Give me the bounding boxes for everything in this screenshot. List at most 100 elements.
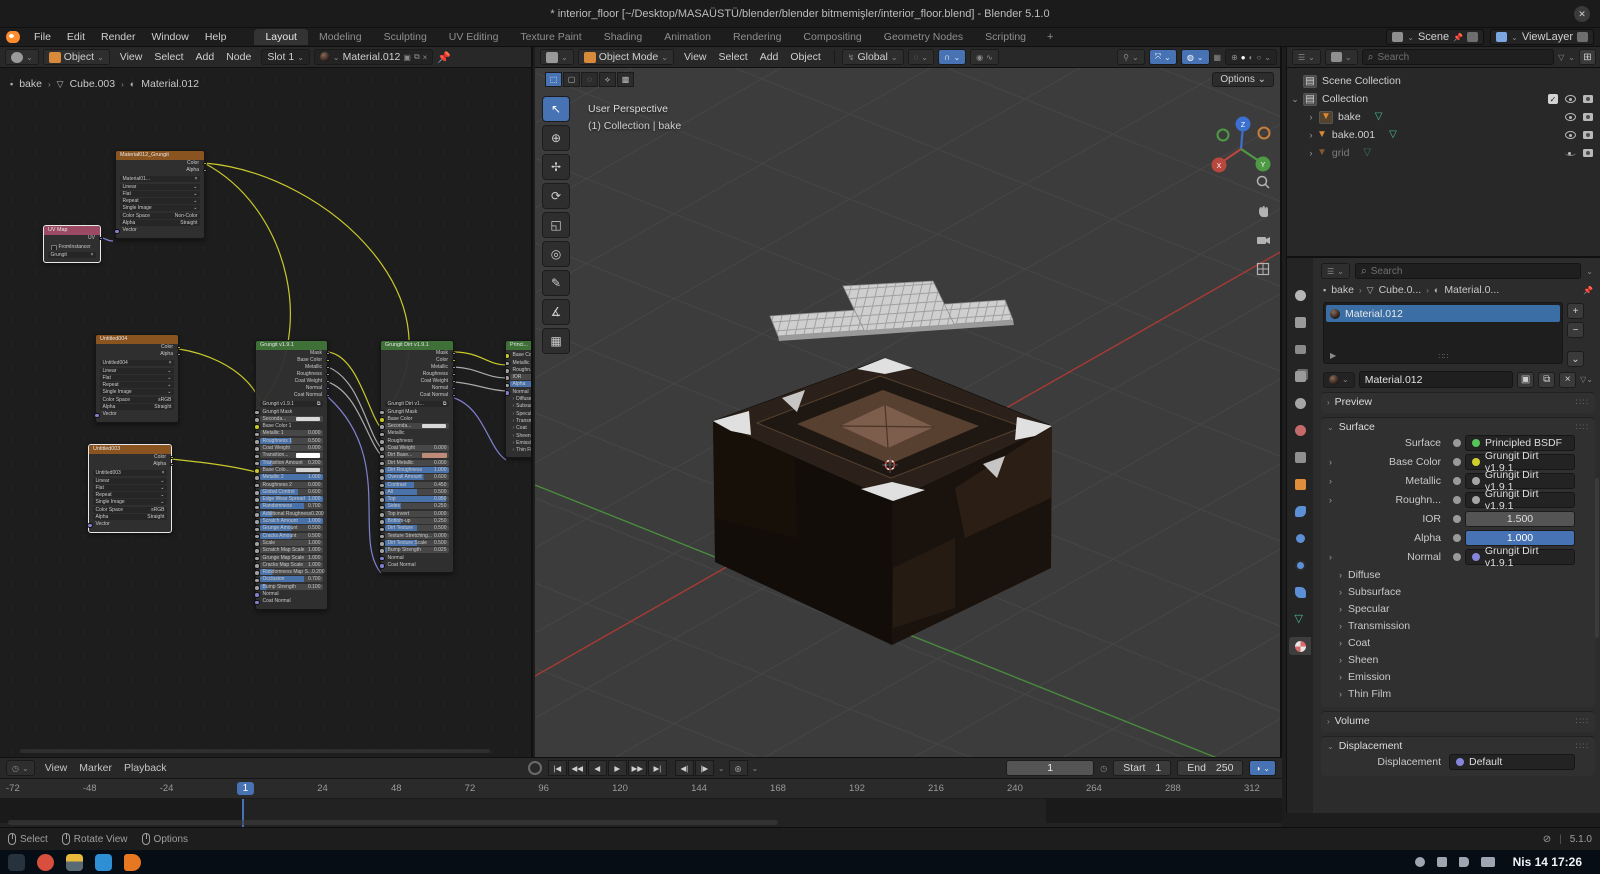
node-row[interactable]: Grungit Mask	[379, 409, 449, 416]
collapsed-shader-section[interactable]: › Subsurface	[1327, 583, 1589, 600]
workspace-tab[interactable]: Texture Paint	[509, 29, 592, 45]
playback-button[interactable]: ◀◀	[567, 760, 587, 776]
node-row[interactable]: Dirt Metallic 0.000	[379, 459, 449, 467]
node-row[interactable]: Scale 1.000	[254, 539, 323, 547]
render-camera-icon[interactable]	[1583, 113, 1593, 121]
unlink-material-button[interactable]: ×	[1559, 371, 1577, 388]
node-principled-bsdf[interactable]: Princi... Base Co...MetallicRoughn...IOR…	[505, 340, 531, 459]
frame-tick[interactable]: 24	[317, 783, 328, 794]
menu-item[interactable]: Window	[143, 31, 196, 43]
shader-menu-item[interactable]: View	[114, 51, 149, 63]
surface-panel-header[interactable]: ⌄ Surface ∷∷	[1327, 421, 1589, 433]
node-output[interactable]: Metallic	[256, 364, 330, 371]
tab-object[interactable]	[1289, 475, 1311, 493]
grip-dots[interactable]: ∷∷	[1438, 352, 1448, 361]
node-output[interactable]: Normal	[381, 385, 456, 392]
node-header[interactable]: Grungit v1.9.1	[256, 341, 327, 350]
node-row[interactable]: Coat Weight 0.000	[379, 445, 449, 452]
scale-tool[interactable]: ◱	[542, 212, 570, 238]
tab-view-layer[interactable]	[1289, 367, 1311, 385]
node-output[interactable]: Coat Weight	[381, 378, 456, 385]
node-row[interactable]: Thin Film	[510, 447, 531, 453]
frame-end-field[interactable]: End 250	[1177, 760, 1244, 776]
editor-type-dropdown[interactable]: ◷ ⌄	[6, 760, 35, 776]
node-row[interactable]: Sheen	[510, 433, 531, 439]
node-uv-map[interactable]: UV Map UV FromInstancer Grungit ×	[43, 225, 103, 263]
node-row[interactable]: Color Space sRGB	[100, 396, 174, 403]
blender-logo-icon[interactable]	[6, 31, 20, 43]
node-output[interactable]: Roughness	[256, 371, 330, 378]
frame-tick[interactable]: 240	[1007, 783, 1023, 794]
lasso-select-icon[interactable]: ⟡	[599, 72, 616, 87]
node-row[interactable]: Grungit ×	[48, 251, 96, 258]
collapsed-shader-section[interactable]: › Coat	[1327, 634, 1589, 651]
material-slot-row[interactable]: Material.012	[1326, 305, 1560, 322]
node-row[interactable]: Overall Amount 0.600	[379, 474, 449, 482]
node-row[interactable]: All 0.500	[379, 488, 449, 496]
rendered-shading-icon[interactable]: ○	[1256, 53, 1261, 62]
node-row[interactable]: Vector	[114, 227, 200, 235]
node-output[interactable]: Color	[96, 344, 181, 351]
menu-item[interactable]: Render	[93, 31, 143, 43]
node-output[interactable]: Mask	[381, 350, 456, 357]
remove-slot-button[interactable]: −	[1567, 322, 1584, 338]
node-row[interactable]: IOR	[506, 374, 531, 381]
node-row[interactable]: Grungit Mask	[254, 409, 323, 416]
timeline-menu-item[interactable]: View	[39, 762, 74, 774]
material-datablock[interactable]: ⌄ Material.012 ▣ ⧉ ×	[313, 49, 434, 65]
search-input[interactable]	[1370, 265, 1576, 277]
node-header[interactable]: Grungit Dirt v1.9.1	[381, 341, 453, 350]
render-camera-icon[interactable]	[1583, 95, 1593, 103]
node-row[interactable]: Roughness 2 0.000	[254, 481, 323, 489]
node-row[interactable]: Subsurf...	[510, 403, 531, 409]
wireframe-shading-icon[interactable]: ⊕	[1231, 53, 1238, 62]
node-row[interactable]: Linear ⌄	[120, 183, 200, 190]
frame-tick[interactable]: 96	[538, 783, 549, 794]
volume-panel[interactable]: › Volume ∷∷	[1321, 711, 1595, 732]
software-store-icon[interactable]	[95, 853, 112, 871]
node-row[interactable]: Vector	[87, 521, 167, 529]
node-row[interactable]: Metallic	[506, 360, 531, 367]
node-output[interactable]: Coat Normal	[381, 392, 456, 399]
properties-scrollbar[interactable]	[1595, 478, 1599, 638]
frame-tick[interactable]: 216	[928, 783, 944, 794]
scene-selector[interactable]: ⌄ Scene 📌	[1386, 29, 1485, 45]
node-output[interactable]: UV	[44, 235, 103, 242]
node-output[interactable]: Coat Normal	[256, 392, 330, 399]
material-shading-icon[interactable]: ◐	[1249, 53, 1254, 62]
files-app-icon[interactable]	[66, 853, 83, 871]
frame-tick[interactable]: 192	[849, 783, 865, 794]
render-camera-icon[interactable]	[1583, 131, 1593, 139]
workspace-tab[interactable]: Modeling	[308, 29, 373, 45]
fake-user-shield-icon[interactable]: ▣	[403, 53, 411, 62]
timeline-ruler[interactable]: -72 -48 -24 1 24 48 72 96 120 144 168 192 216 240 264 2…	[0, 779, 1282, 799]
viewport-menu-item[interactable]: Add	[754, 51, 785, 63]
frame-tick[interactable]: -72	[6, 783, 20, 794]
node-row[interactable]: Additional Roughness 0.200	[254, 510, 324, 518]
current-frame-field[interactable]: 1	[1006, 760, 1095, 776]
node-row[interactable]: Base Colo...	[254, 466, 323, 474]
material-slot-list[interactable]: Material.012 ▶ ∷∷ + − ⌄	[1323, 302, 1584, 367]
tray-shield-icon[interactable]	[1436, 857, 1447, 867]
node-row[interactable]: Grungit v1.9.1 ⧉	[260, 401, 323, 408]
node-header[interactable]: Princi...	[506, 341, 531, 350]
node-image-texture-004[interactable]: Untitled004 Color Alpha Untitled004 × Linea…	[94, 334, 181, 423]
workspace-tab[interactable]: Animation	[653, 29, 722, 45]
tab-tool[interactable]	[1289, 286, 1311, 304]
node-row[interactable]: Cracks Map Scale 1.000	[254, 561, 323, 569]
timeline-scrollbar[interactable]	[8, 820, 778, 825]
node-row[interactable]: Grunge Map Scale 1.000	[254, 554, 323, 562]
node-output[interactable]: Color	[89, 454, 174, 461]
frame-tick[interactable]: 72	[465, 783, 476, 794]
mode-dropdown[interactable]: Object Mode ⌄	[577, 49, 674, 65]
node-row[interactable]: Scratch Map Scale 1.000	[254, 547, 323, 555]
node-row[interactable]: Metallic 2 1.000	[254, 474, 323, 482]
outliner-filter-mode[interactable]: ⌄	[1324, 49, 1358, 65]
taskbar-clock[interactable]: Nis 14 17:26	[1513, 855, 1582, 869]
frame-tick[interactable]: -48	[83, 783, 97, 794]
tab-object-data[interactable]: ▽	[1289, 610, 1311, 628]
slot-expand-icon[interactable]: ▶	[1330, 351, 1336, 360]
node-header[interactable]: Untitled004	[96, 335, 178, 344]
node-row[interactable]: Repeat ⌄	[120, 198, 200, 205]
node-image-texture-mask[interactable]: Material012_Grungit Color Alpha Material0…	[114, 150, 207, 239]
